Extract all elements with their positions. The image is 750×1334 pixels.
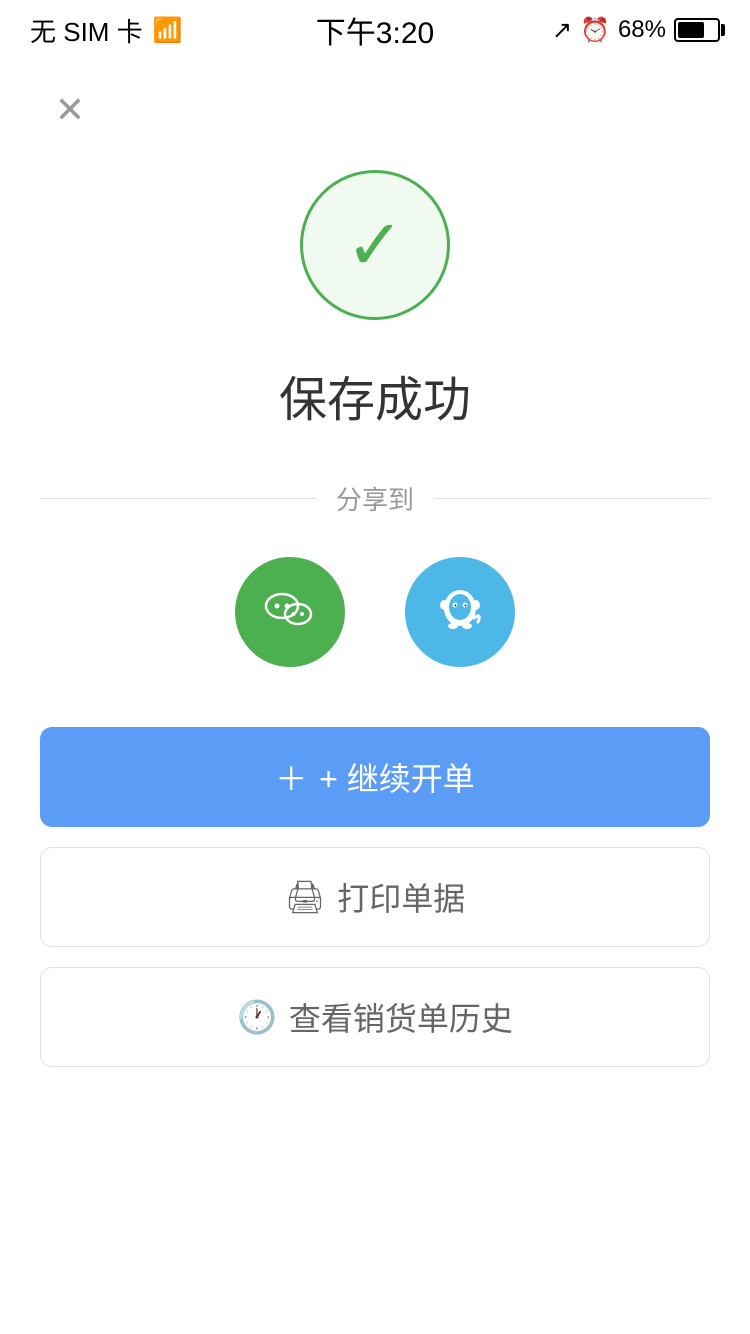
share-divider: 分享到 bbox=[40, 480, 710, 517]
alarm-icon: ⏰ bbox=[580, 16, 610, 45]
qq-icon bbox=[430, 582, 490, 642]
share-label: 分享到 bbox=[336, 480, 414, 517]
status-time: 下午3:20 bbox=[316, 8, 434, 52]
status-right: ↗ ⏰ 68% bbox=[552, 16, 720, 45]
status-bar: 无 SIM 卡 📶 下午3:20 ↗ ⏰ 68% bbox=[0, 0, 750, 60]
print-icon: 🖨 bbox=[285, 878, 326, 916]
close-button[interactable]: ✕ bbox=[40, 80, 100, 140]
battery-icon bbox=[674, 18, 720, 42]
sim-status: 无 SIM 卡 bbox=[30, 12, 143, 49]
print-button[interactable]: 🖨 打印单据 bbox=[40, 847, 710, 947]
qq-share-button[interactable] bbox=[405, 557, 515, 667]
status-left: 无 SIM 卡 📶 bbox=[30, 12, 183, 49]
wechat-icon bbox=[260, 582, 320, 642]
close-icon: ✕ bbox=[55, 89, 85, 131]
continue-label: + 继续开单 bbox=[319, 754, 475, 800]
success-title: 保存成功 bbox=[279, 360, 471, 430]
continue-icon: ＋ bbox=[275, 754, 307, 800]
history-icon: 🕐 bbox=[237, 998, 277, 1036]
main-content: ✕ ✓ 保存成功 分享到 bbox=[0, 60, 750, 1107]
success-icon-circle: ✓ bbox=[300, 170, 450, 320]
continue-order-button[interactable]: ＋ + 继续开单 bbox=[40, 727, 710, 827]
action-buttons: ＋ + 继续开单 🖨 打印单据 🕐 查看销货单历史 bbox=[40, 727, 710, 1067]
print-label: 打印单据 bbox=[337, 874, 465, 920]
divider-line-left bbox=[40, 498, 316, 499]
share-icons-row bbox=[235, 557, 515, 667]
history-label: 查看销货单历史 bbox=[289, 994, 513, 1040]
divider-line-right bbox=[434, 498, 710, 499]
wifi-icon: 📶 bbox=[153, 16, 183, 45]
direction-icon: ↗ bbox=[552, 16, 572, 45]
checkmark-icon: ✓ bbox=[346, 210, 405, 280]
battery-percent: 68% bbox=[618, 16, 666, 44]
history-button[interactable]: 🕐 查看销货单历史 bbox=[40, 967, 710, 1067]
wechat-share-button[interactable] bbox=[235, 557, 345, 667]
